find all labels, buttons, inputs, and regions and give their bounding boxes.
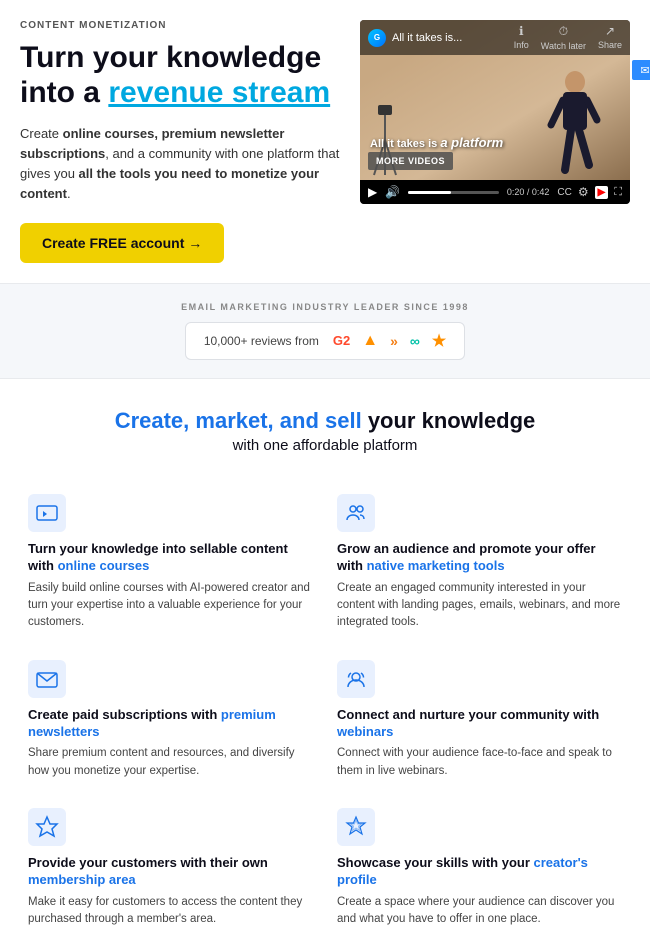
profile-icon [344, 815, 368, 839]
features-subtitle: with one affordable platform [30, 437, 620, 454]
trustpilot-star: ★ [432, 331, 446, 351]
hero-eyebrow: CONTENT MONETIZATION [20, 20, 344, 31]
feature-title-audience: Grow an audience and promote your offer … [337, 541, 622, 575]
feature-desc-membership: Make it easy for customers to access the… [28, 894, 313, 929]
features-title-rest: your knowledge [362, 408, 536, 433]
reviews-bar: 10,000+ reviews from G2 ▲ » ∞ ★ [185, 322, 465, 360]
video-top-actions: ℹ Info ⏱ Watch later ↗ Share [514, 24, 622, 51]
video-controls-bar: ▶ 🔊 0:20 / 0:42 CC ⚙ ▶ ⛶ [360, 180, 630, 204]
feature-accent-newsletters: premium newsletters [28, 707, 276, 739]
hero-left-content: CONTENT MONETIZATION Turn your knowledge… [20, 20, 344, 263]
feature-accent-profile: creator's profile [337, 855, 588, 887]
reviews-section: EMAIL MARKETING INDUSTRY LEADER SINCE 19… [0, 283, 650, 379]
fullscreen-icon[interactable]: ⛶ [614, 186, 622, 199]
hero-description: Create online courses, premium newslette… [20, 124, 344, 205]
video-thumbnail: All it takes is a platform MORE VIDEOS G… [360, 20, 630, 180]
youtube-logo: ▶ [595, 186, 609, 199]
feature-desc-audience: Create an engaged community interested i… [337, 580, 622, 632]
feature-accent-membership: membership area [28, 872, 136, 887]
video-ctrl-icons: CC ⚙ ▶ ⛶ [557, 185, 622, 199]
video-overlay-text: All it takes is a platform [370, 135, 503, 150]
feature-desc-newsletters: Share premium content and resources, and… [28, 745, 313, 780]
cta-button[interactable]: Create FREE account → [20, 223, 224, 263]
features-header: Create, market, and sell your knowledge … [0, 379, 650, 465]
feature-item-profile: Showcase your skills with your creator's… [325, 794, 634, 942]
feature-desc-courses: Easily build online courses with AI-powe… [28, 580, 313, 632]
feature-title-membership: Provide your customers with their own me… [28, 855, 313, 889]
feature-desc-profile: Create a space where your audience can d… [337, 894, 622, 929]
feature-item-membership: Provide your customers with their own me… [16, 794, 325, 942]
feature-icon-profile-wrap [337, 808, 375, 846]
feature-icon-membership-wrap [28, 808, 66, 846]
feature-item-audience: Grow an audience and promote your offer … [325, 480, 634, 646]
reviews-count: 10,000+ reviews from [204, 334, 319, 348]
feature-title-courses: Turn your knowledge into sellable conten… [28, 541, 313, 575]
time-display: 0:20 / 0:42 [507, 187, 550, 197]
share-icon: ↗ [605, 24, 615, 38]
settings-icon[interactable]: ⚙ [578, 185, 589, 199]
feature-icon-courses [28, 494, 66, 532]
feature-title-newsletters: Create paid subscriptions with premium n… [28, 707, 313, 741]
feature-item-webinars: Connect and nurture your community with … [325, 646, 634, 794]
video-top-bar: G All it takes is... ℹ Info ⏱ Watch late… [360, 20, 630, 55]
play-button[interactable]: ▶ [368, 185, 377, 199]
capterra-logo: ▲ [362, 332, 378, 350]
progress-fill [408, 191, 451, 194]
mail-icon: ✉ [632, 60, 650, 80]
feature-icon-webinars-wrap [337, 660, 375, 698]
courses-icon [35, 501, 59, 525]
g2-logo: G2 [333, 333, 350, 348]
cc-icon[interactable]: CC [557, 187, 571, 198]
video-share-action[interactable]: ↗ Share [598, 24, 622, 51]
webinars-icon [344, 667, 368, 691]
features-title: Create, market, and sell your knowledge [30, 407, 620, 436]
reviews-eyebrow: EMAIL MARKETING INDUSTRY LEADER SINCE 19… [20, 302, 630, 312]
clock-icon: ⏱ [559, 24, 568, 39]
membership-icon [35, 815, 59, 839]
feature-desc-webinars: Connect with your audience face-to-face … [337, 745, 622, 780]
feature-item-newsletters: Create paid subscriptions with premium n… [16, 646, 325, 794]
feature-icon-newsletters-wrap [28, 660, 66, 698]
review-logos: G2 ▲ » ∞ ★ [333, 331, 446, 351]
video-title: All it takes is... [392, 32, 508, 44]
hero-title: Turn your knowledge into a revenue strea… [20, 41, 344, 110]
progress-bar[interactable] [408, 191, 499, 194]
feature-icon-audience [337, 494, 375, 532]
hero-section: CONTENT MONETIZATION Turn your knowledge… [0, 0, 650, 283]
feature-accent-webinars: webinars [337, 724, 393, 739]
newsletters-icon [35, 667, 59, 691]
getapp-logo: » [390, 333, 398, 349]
features-grid: Turn your knowledge into sellable conten… [0, 464, 650, 942]
feature-icon-newsletters [28, 660, 66, 698]
feature-item-courses: Turn your knowledge into sellable conten… [16, 480, 325, 646]
feature-icon-audience-wrap [337, 494, 375, 532]
volume-icon[interactable]: 🔊 [385, 185, 400, 199]
feature-accent-courses: online courses [58, 558, 150, 573]
feature-icon-membership [28, 808, 66, 846]
hero-title-highlight[interactable]: revenue stream [108, 76, 330, 109]
customerio-logo: ∞ [410, 333, 420, 349]
audience-icon [344, 501, 368, 525]
feature-icon-webinars [337, 660, 375, 698]
hero-video-panel: All it takes is a platform MORE VIDEOS G… [360, 20, 630, 204]
feature-title-webinars: Connect and nurture your community with … [337, 707, 622, 741]
brand-logo-icon: G [368, 29, 386, 47]
video-watch-later-action[interactable]: ⏱ Watch later [541, 24, 586, 51]
features-title-blue: Create, market, and sell [115, 408, 362, 433]
video-info-action[interactable]: ℹ Info [514, 24, 529, 51]
feature-icon-profile [337, 808, 375, 846]
feature-accent-audience: native marketing tools [367, 558, 505, 573]
person-silhouette [545, 70, 605, 180]
more-videos-button[interactable]: MORE VIDEOS [368, 152, 453, 170]
info-icon: ℹ [519, 24, 524, 38]
video-container: All it takes is a platform MORE VIDEOS G… [360, 20, 630, 204]
feature-title-profile: Showcase your skills with your creator's… [337, 855, 622, 889]
feature-icon-courses-wrap [28, 494, 66, 532]
